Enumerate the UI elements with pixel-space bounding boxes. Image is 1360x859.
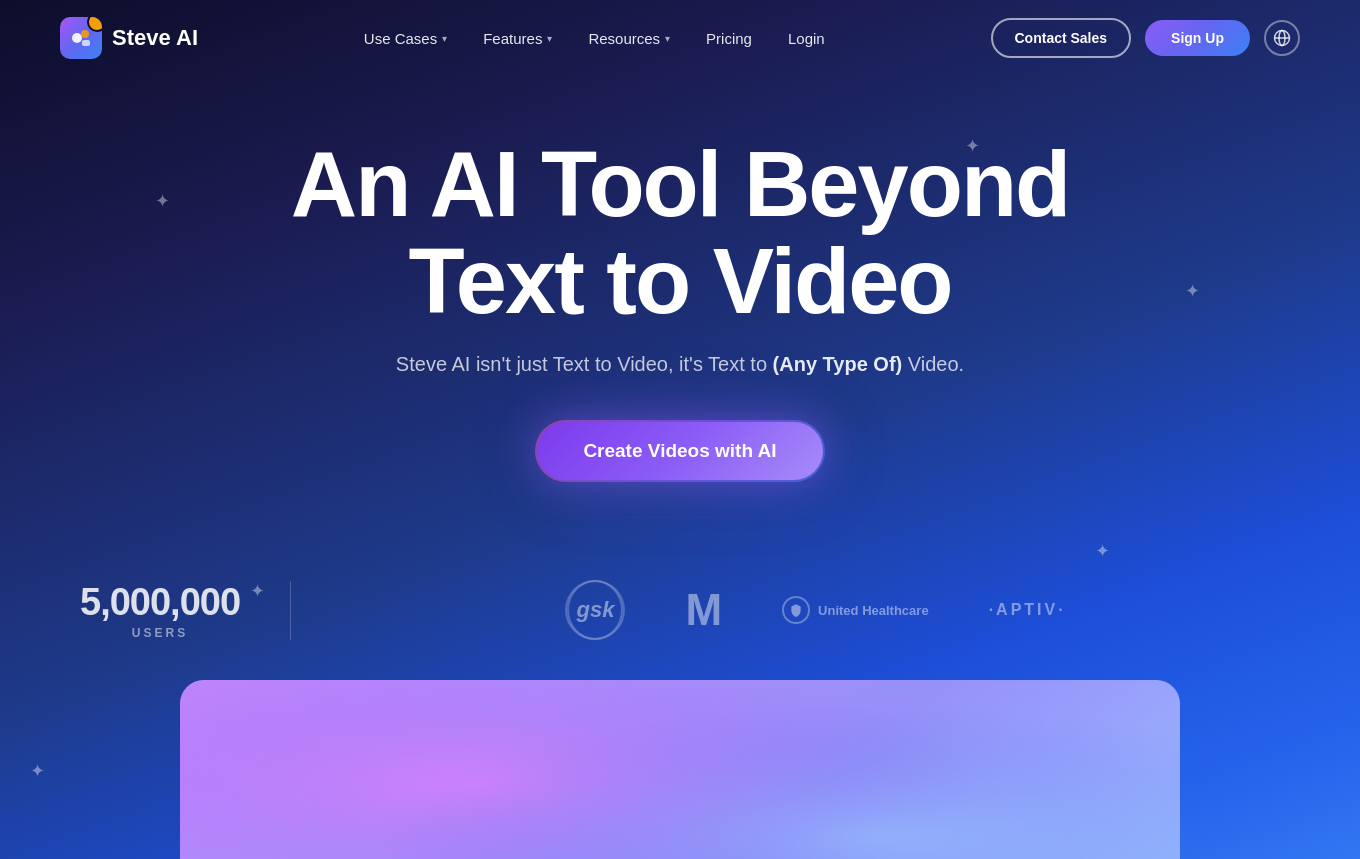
hero-title: An AI Tool Beyond Text to Video <box>20 136 1340 329</box>
nav-resources[interactable]: Resources ▾ <box>588 30 670 47</box>
brand-name: Steve AI <box>112 25 198 51</box>
create-videos-button[interactable]: Create Videos with AI <box>537 422 822 480</box>
globe-icon <box>1273 29 1291 47</box>
hero-background: ✦ ✦ ✦ ✦ ✦ ✦ ✦ Steve AI Use Cases ▾ Featu… <box>0 0 1360 859</box>
svg-rect-2 <box>82 40 90 46</box>
mcdonalds-arch: M <box>685 585 722 635</box>
sparkle-7: ✦ <box>30 760 45 782</box>
nav-pricing-label: Pricing <box>706 30 752 47</box>
chevron-down-icon: ▾ <box>442 33 447 44</box>
nav-login-label: Login <box>788 30 825 47</box>
hero-title-line2: Text to Video <box>408 230 951 332</box>
nav-login[interactable]: Login <box>788 30 825 47</box>
nav-features[interactable]: Features ▾ <box>483 30 552 47</box>
svg-point-0 <box>72 33 82 43</box>
united-healthcare-logo: United Healthcare <box>782 596 929 624</box>
logo-icon <box>60 17 102 59</box>
nav-pricing[interactable]: Pricing <box>706 30 752 47</box>
shield-icon <box>789 603 803 617</box>
stats-number: 5,000,000 <box>80 581 240 624</box>
gsk-logo: gsk <box>565 580 625 640</box>
svg-point-1 <box>81 30 89 38</box>
video-decoration <box>180 680 1180 859</box>
chevron-down-icon: ▾ <box>547 33 552 44</box>
hero-title-line1: An AI Tool Beyond <box>291 133 1070 235</box>
svg-rect-7 <box>180 680 1180 859</box>
nav-resources-label: Resources <box>588 30 660 47</box>
logo[interactable]: Steve AI <box>60 17 198 59</box>
nav-features-label: Features <box>483 30 542 47</box>
language-selector[interactable] <box>1264 20 1300 56</box>
subtitle-highlight: (Any Type Of) <box>773 353 903 375</box>
aptiv-logo: ·APTIV· <box>989 601 1066 619</box>
aptiv-text: ·APTIV· <box>989 601 1066 619</box>
mcdonalds-logo: M <box>685 585 722 635</box>
sign-up-button[interactable]: Sign Up <box>1145 20 1250 56</box>
united-icon <box>782 596 810 624</box>
hero-section: An AI Tool Beyond Text to Video Steve AI… <box>0 76 1360 520</box>
subtitle-suffix: Video. <box>902 353 964 375</box>
hero-subtitle: Steve AI isn't just Text to Video, it's … <box>20 353 1340 376</box>
partner-logos: gsk M United Healthcare ·APTIV· <box>291 580 1280 640</box>
sparkle-3: ✦ <box>1095 540 1110 562</box>
contact-sales-button[interactable]: Contact Sales <box>991 18 1132 58</box>
united-text: United Healthcare <box>818 603 929 618</box>
navbar: Steve AI Use Cases ▾ Features ▾ Resource… <box>0 0 1360 76</box>
nav-actions: Contact Sales Sign Up <box>991 18 1300 58</box>
nav-use-cases-label: Use Cases <box>364 30 437 47</box>
video-preview-inner <box>180 680 1180 859</box>
stats-block: 5,000,000 USERS <box>80 581 291 640</box>
stats-logos-section: 5,000,000 USERS gsk M United He <box>0 580 1360 640</box>
nav-use-cases[interactable]: Use Cases ▾ <box>364 30 447 47</box>
logo-svg <box>69 26 93 50</box>
chevron-down-icon: ▾ <box>665 33 670 44</box>
nav-links: Use Cases ▾ Features ▾ Resources ▾ Prici… <box>364 30 825 47</box>
subtitle-prefix: Steve AI isn't just Text to Video, it's … <box>396 353 773 375</box>
video-preview[interactable] <box>180 680 1180 859</box>
stats-label: USERS <box>132 626 188 640</box>
